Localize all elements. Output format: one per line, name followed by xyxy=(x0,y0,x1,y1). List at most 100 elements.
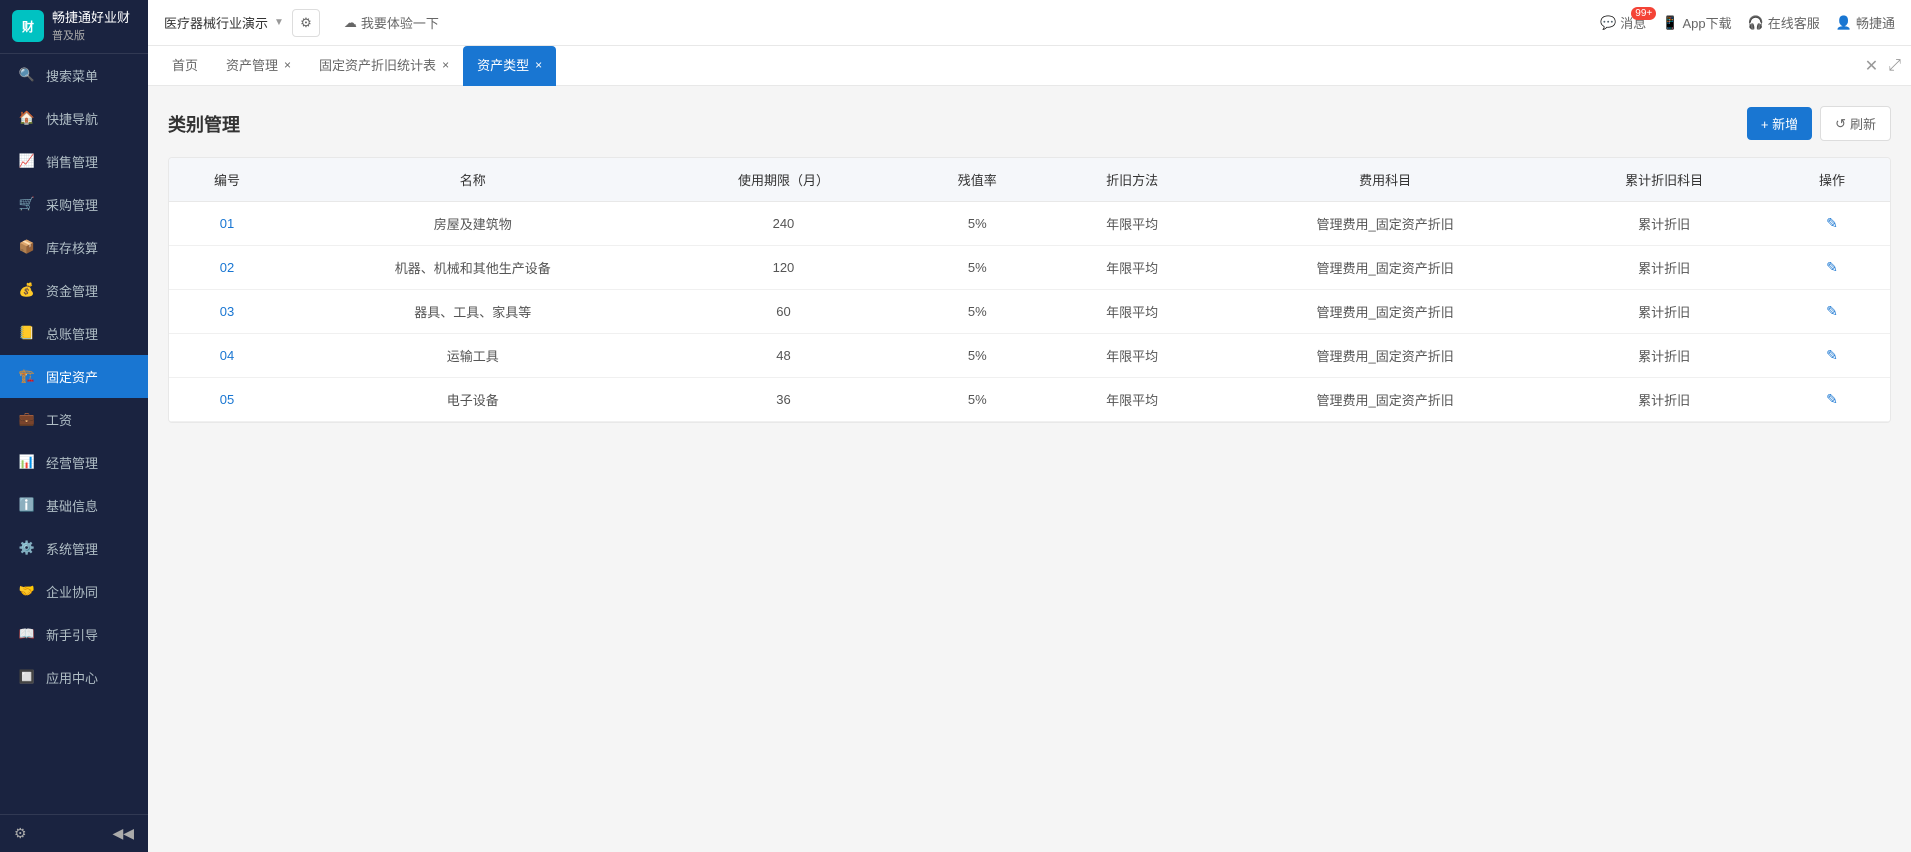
sidebar-label-base-info: 基础信息 xyxy=(46,496,98,515)
collapse-icon[interactable]: ◀◀ xyxy=(112,825,134,842)
tab-label-home: 首页 xyxy=(172,55,198,74)
tab-asset-mgmt[interactable]: 资产管理 × xyxy=(212,46,305,86)
sidebar-nav: 🔍 搜索菜单 🏠 快捷导航 📈 销售管理 🛒 采购管理 📦 库存核算 💰 资金管… xyxy=(0,54,148,814)
td-accum-1: 累计折旧 xyxy=(1554,246,1774,290)
edit-icon-3[interactable]: ✎ xyxy=(1826,347,1838,363)
experience-button[interactable]: ☁ 我要体验一下 xyxy=(344,13,439,32)
table-row: 02机器、机械和其他生产设备1205%年限平均管理费用_固定资产折旧累计折旧✎ xyxy=(169,246,1890,290)
sidebar-label-ledger: 总账管理 xyxy=(46,324,98,343)
sidebar-item-purchase[interactable]: 🛒 采购管理 xyxy=(0,183,148,226)
settings-icon[interactable]: ⚙ xyxy=(14,825,27,842)
edit-icon-2[interactable]: ✎ xyxy=(1826,303,1838,319)
td-accum-0: 累计折旧 xyxy=(1554,202,1774,246)
td-action-0[interactable]: ✎ xyxy=(1774,202,1890,246)
td-code-0: 01 xyxy=(169,202,285,246)
tab-fixed-asset-stat[interactable]: 固定资产折旧统计表× xyxy=(305,46,463,86)
page-content: 类别管理 + 新增 ↺ 刷新 编号名称使用期限（月）残值率折旧方法费用科目累计折… xyxy=(148,86,1911,852)
sidebar-item-search[interactable]: 🔍 搜索菜单 xyxy=(0,54,148,97)
td-name-4: 电子设备 xyxy=(285,378,661,422)
td-residual-2: 5% xyxy=(906,290,1048,334)
th-method: 折旧方法 xyxy=(1048,158,1216,202)
tab-close-all-icon[interactable]: ✕ xyxy=(1865,56,1878,76)
sidebar-label-purchase: 采购管理 xyxy=(46,195,98,214)
sidebar-icon-search: 🔍 xyxy=(18,66,36,84)
label-app-download: App下载 xyxy=(1682,13,1731,32)
td-name-2: 器具、工具、家具等 xyxy=(285,290,661,334)
sidebar-item-payroll[interactable]: 💼 工资 xyxy=(0,398,148,441)
th-code: 编号 xyxy=(169,158,285,202)
sidebar-item-system[interactable]: ⚙️ 系统管理 xyxy=(0,527,148,570)
sidebar-icon-guide: 📖 xyxy=(18,625,36,643)
sidebar-icon-purchase: 🛒 xyxy=(18,195,36,213)
td-action-4[interactable]: ✎ xyxy=(1774,378,1890,422)
td-residual-0: 5% xyxy=(906,202,1048,246)
topbar-online-service[interactable]: 🎧 在线客服 xyxy=(1748,13,1820,32)
sidebar-item-sales[interactable]: 📈 销售管理 xyxy=(0,140,148,183)
sidebar-label-inventory: 库存核算 xyxy=(46,238,98,257)
td-residual-4: 5% xyxy=(906,378,1048,422)
sidebar-icon-system: ⚙️ xyxy=(18,539,36,557)
sidebar-item-fixed-assets[interactable]: 🏗️ 固定资产 xyxy=(0,355,148,398)
demo-selector[interactable]: 医疗器械行业演示 ▼ xyxy=(164,13,284,32)
page-header: 类别管理 + 新增 ↺ 刷新 xyxy=(168,106,1891,141)
topbar-messages[interactable]: 💬 消息 99+ xyxy=(1600,13,1646,32)
td-action-3[interactable]: ✎ xyxy=(1774,334,1890,378)
sidebar-icon-ledger: 📒 xyxy=(18,324,36,342)
topbar: 医疗器械行业演示 ▼ ⚙ ☁ 我要体验一下 💬 消息 99+ 📱 App下载 🎧… xyxy=(148,0,1911,46)
label-user: 畅捷通 xyxy=(1856,13,1895,32)
tab-close-asset-type[interactable]: × xyxy=(535,59,542,71)
tab-expand-icon[interactable]: ⤢ xyxy=(1888,57,1901,75)
logo-text: 畅捷通好业财 xyxy=(52,10,130,27)
table-row: 01房屋及建筑物2405%年限平均管理费用_固定资产折旧累计折旧✎ xyxy=(169,202,1890,246)
topbar-user[interactable]: 👤 畅捷通 xyxy=(1836,13,1895,32)
icon-online-service: 🎧 xyxy=(1748,15,1764,31)
td-code-3: 04 xyxy=(169,334,285,378)
sidebar-item-quick-nav[interactable]: 🏠 快捷导航 xyxy=(0,97,148,140)
td-action-1[interactable]: ✎ xyxy=(1774,246,1890,290)
sidebar-item-guide[interactable]: 📖 新手引导 xyxy=(0,613,148,656)
sidebar-item-ledger[interactable]: 📒 总账管理 xyxy=(0,312,148,355)
sidebar-item-base-info[interactable]: ℹ️ 基础信息 xyxy=(0,484,148,527)
tab-asset-type[interactable]: 资产类型× xyxy=(463,46,556,86)
td-name-3: 运输工具 xyxy=(285,334,661,378)
logo-icon: 财 xyxy=(12,10,44,42)
sidebar-footer: ⚙ ◀◀ xyxy=(0,814,148,852)
tab-label-asset-mgmt: 资产管理 xyxy=(226,55,278,74)
edit-icon-4[interactable]: ✎ xyxy=(1826,391,1838,407)
td-period-4: 36 xyxy=(661,378,907,422)
tab-home[interactable]: 首页 xyxy=(158,46,212,86)
experience-icon: ☁ xyxy=(344,15,357,31)
edit-icon-1[interactable]: ✎ xyxy=(1826,259,1838,275)
topbar-settings-button[interactable]: ⚙ xyxy=(292,9,320,37)
tab-close-asset-mgmt[interactable]: × xyxy=(284,59,291,71)
sidebar-icon-inventory: 📦 xyxy=(18,238,36,256)
sidebar-item-capital[interactable]: 💰 资金管理 xyxy=(0,269,148,312)
th-residual: 残值率 xyxy=(906,158,1048,202)
sidebar-item-inventory[interactable]: 📦 库存核算 xyxy=(0,226,148,269)
td-method-3: 年限平均 xyxy=(1048,334,1216,378)
td-code-1: 02 xyxy=(169,246,285,290)
sidebar-label-sales: 销售管理 xyxy=(46,152,98,171)
edit-icon-0[interactable]: ✎ xyxy=(1826,215,1838,231)
sidebar-item-collab[interactable]: 🤝 企业协同 xyxy=(0,570,148,613)
td-method-4: 年限平均 xyxy=(1048,378,1216,422)
sidebar-item-operations[interactable]: 📊 经营管理 xyxy=(0,441,148,484)
sidebar-label-capital: 资金管理 xyxy=(46,281,98,300)
topbar-right: 💬 消息 99+ 📱 App下载 🎧 在线客服 👤 畅捷通 xyxy=(1600,13,1895,32)
tabs-bar: 首页资产管理×固定资产折旧统计表×资产类型× ✕ ⤢ xyxy=(148,46,1911,86)
td-action-2[interactable]: ✎ xyxy=(1774,290,1890,334)
tab-close-fixed-asset-stat[interactable]: × xyxy=(442,59,449,71)
td-method-0: 年限平均 xyxy=(1048,202,1216,246)
sidebar-item-app-center[interactable]: 🔲 应用中心 xyxy=(0,656,148,699)
td-code-4: 05 xyxy=(169,378,285,422)
sidebar-label-system: 系统管理 xyxy=(46,539,98,558)
sidebar-icon-fixed-assets: 🏗️ xyxy=(18,367,36,385)
td-expense-0: 管理费用_固定资产折旧 xyxy=(1216,202,1554,246)
icon-messages: 💬 xyxy=(1600,15,1616,31)
sidebar-icon-payroll: 💼 xyxy=(18,410,36,428)
new-button[interactable]: + 新增 xyxy=(1747,107,1812,140)
refresh-button[interactable]: ↺ 刷新 xyxy=(1820,106,1891,141)
td-residual-1: 5% xyxy=(906,246,1048,290)
topbar-app-download[interactable]: 📱 App下载 xyxy=(1662,13,1731,32)
label-online-service: 在线客服 xyxy=(1768,13,1820,32)
